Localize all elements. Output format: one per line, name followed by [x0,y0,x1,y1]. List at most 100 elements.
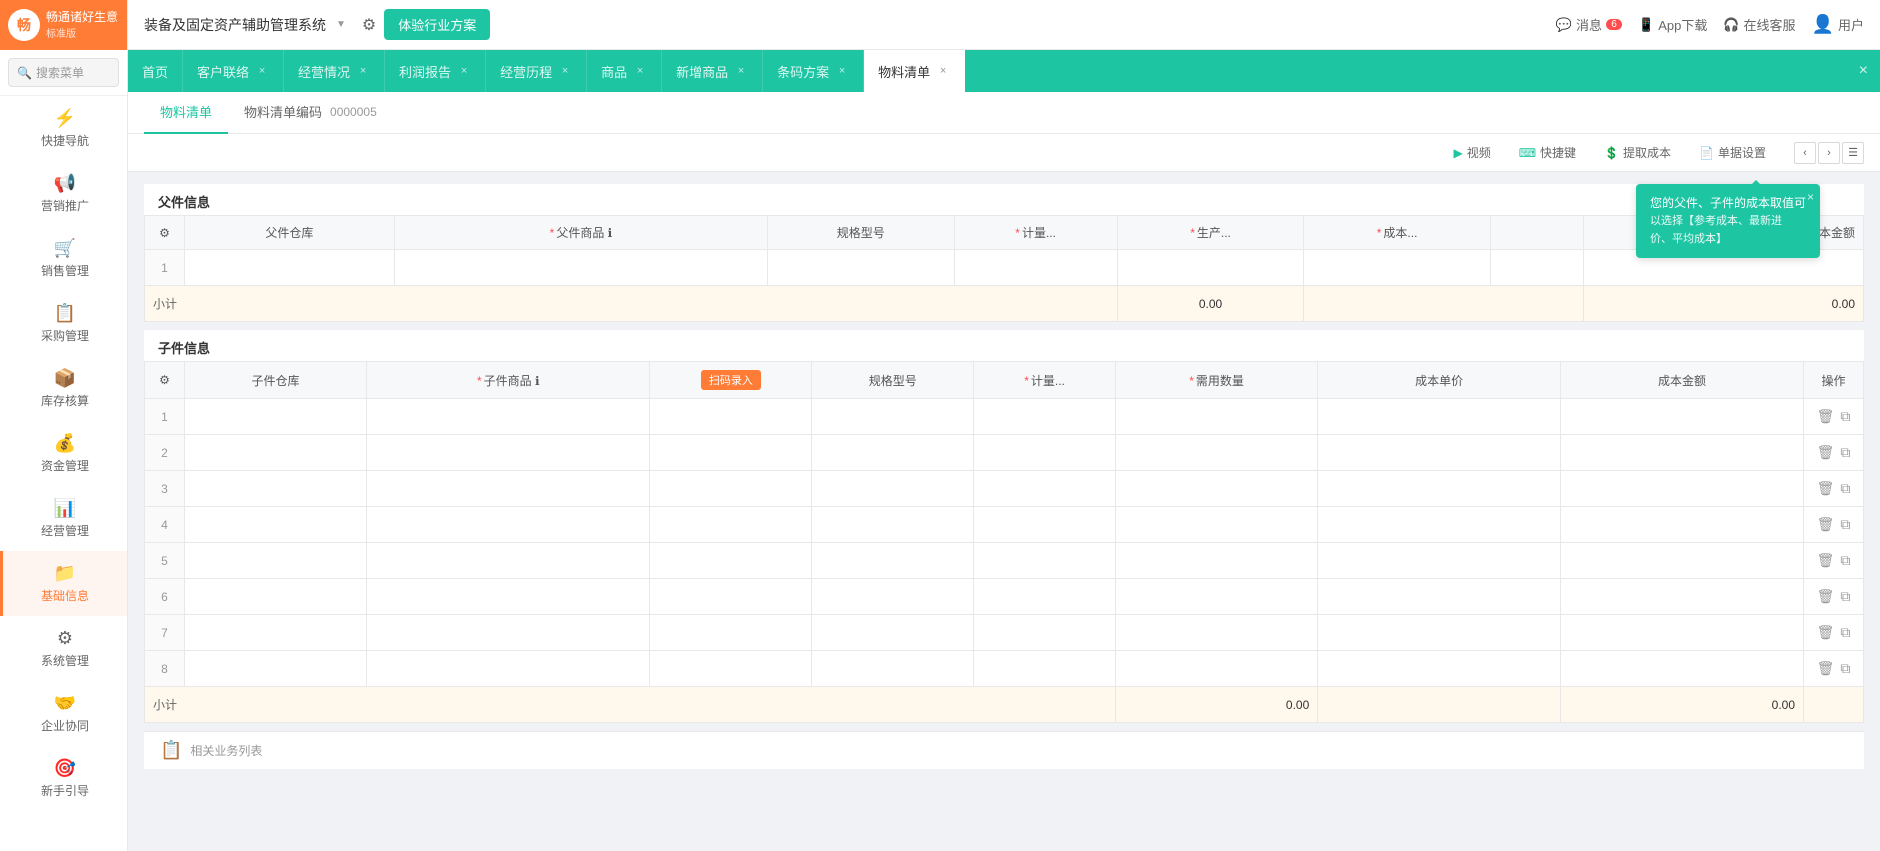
global-close-button[interactable]: × [1847,62,1880,80]
sub-tab-bom-code[interactable]: 物料清单编码 0000005 [228,92,393,134]
sidebar-item-quick-nav[interactable]: ⚡ 快捷导航 [0,96,127,161]
sidebar-item-enterprise[interactable]: 🤝 企业协同 [0,681,127,746]
tab-new-goods-close[interactable]: × [734,64,748,78]
tab-profit[interactable]: 利润报告 × [385,50,486,92]
child-scan-4[interactable] [650,507,812,543]
tab-home[interactable]: 首页 [128,50,183,92]
view-video-button[interactable]: ▶ 视频 [1445,140,1498,165]
child-qty-7[interactable] [1115,615,1317,651]
sidebar-item-marketing[interactable]: 📢 营销推广 [0,161,127,226]
parent-warehouse-1[interactable] [185,250,395,286]
tab-goods[interactable]: 商品 × [587,50,662,92]
tab-bom-close[interactable]: × [936,64,950,78]
child-unit-cost-4[interactable] [1318,507,1561,543]
tab-bom[interactable]: 物料清单 × [864,50,965,92]
copy-icon-1[interactable]: ⧉ [1840,408,1850,425]
tab-history[interactable]: 经营历程 × [486,50,587,92]
child-warehouse-4[interactable] [185,507,367,543]
user-menu-button[interactable]: 👤 用户 [1812,14,1864,35]
shortcut-key-button[interactable]: ⌨ 快捷键 [1511,140,1584,165]
child-unit-3[interactable] [974,471,1116,507]
child-qty-8[interactable] [1115,651,1317,687]
child-product-7[interactable] [367,615,650,651]
child-qty-4[interactable] [1115,507,1317,543]
sidebar-item-system[interactable]: ⚙ 系统管理 [0,616,127,681]
sidebar-item-purchase[interactable]: 📋 采购管理 [0,291,127,356]
copy-icon-3[interactable]: ⧉ [1840,480,1850,497]
single-setting-button[interactable]: 📄 单据设置 [1691,140,1774,165]
child-scan-3[interactable] [650,471,812,507]
child-spec-5[interactable] [812,543,974,579]
sub-tab-bom-list[interactable]: 物料清单 [144,92,228,134]
child-product-2[interactable] [367,435,650,471]
child-product-4[interactable] [367,507,650,543]
child-warehouse-2[interactable] [185,435,367,471]
child-warehouse-6[interactable] [185,579,367,615]
tab-barcode-close[interactable]: × [835,64,849,78]
child-product-8[interactable] [367,651,650,687]
prev-page-button[interactable]: ‹ [1794,142,1816,164]
child-spec-1[interactable] [812,399,974,435]
child-qty-2[interactable] [1115,435,1317,471]
child-unit-5[interactable] [974,543,1116,579]
child-unit-cost-7[interactable] [1318,615,1561,651]
parent-th-settings[interactable]: ⚙ [145,216,185,250]
trial-button[interactable]: 体验行业方案 [384,9,490,40]
search-menu-button[interactable]: 🔍 搜索菜单 [8,58,119,87]
copy-icon-2[interactable]: ⧉ [1840,444,1850,461]
tab-profit-close[interactable]: × [457,64,471,78]
child-warehouse-3[interactable] [185,471,367,507]
sidebar-item-inventory[interactable]: 📦 库存核算 [0,356,127,421]
child-scan-7[interactable] [650,615,812,651]
tab-goods-close[interactable]: × [633,64,647,78]
sidebar-item-operations[interactable]: 📊 经营管理 [0,486,127,551]
child-product-6[interactable] [367,579,650,615]
child-warehouse-7[interactable] [185,615,367,651]
child-product-3[interactable] [367,471,650,507]
tooltip-close-button[interactable]: × [1807,188,1814,207]
child-unit-6[interactable] [974,579,1116,615]
parent-prod-1[interactable] [1117,250,1304,286]
extract-cost-button[interactable]: 💲 提取成本 [1596,140,1679,165]
tab-new-goods[interactable]: 新增商品 × [662,50,763,92]
scan-input-button[interactable]: 扫码录入 [701,370,761,390]
sidebar-item-finance[interactable]: 💰 资金管理 [0,421,127,486]
delete-icon-8[interactable]: 🗑 [1817,660,1835,677]
child-unit-cost-8[interactable] [1318,651,1561,687]
child-unit-cost-2[interactable] [1318,435,1561,471]
delete-icon-2[interactable]: 🗑 [1817,444,1835,461]
tab-barcode[interactable]: 条码方案 × [763,50,864,92]
tab-operation[interactable]: 经营情况 × [284,50,385,92]
child-scan-1[interactable] [650,399,812,435]
child-qty-6[interactable] [1115,579,1317,615]
child-product-5[interactable] [367,543,650,579]
child-warehouse-8[interactable] [185,651,367,687]
child-scan-8[interactable] [650,651,812,687]
settings-icon[interactable]: ⚙ [362,15,376,35]
child-qty-3[interactable] [1115,471,1317,507]
sidebar-item-guide[interactable]: 🎯 新手引导 [0,746,127,811]
system-dropdown-icon[interactable]: ▼ [336,19,346,30]
child-spec-6[interactable] [812,579,974,615]
tab-operation-close[interactable]: × [356,64,370,78]
tab-customer-close[interactable]: × [255,64,269,78]
parent-unit-1[interactable] [954,250,1117,286]
delete-icon-4[interactable]: 🗑 [1817,516,1835,533]
copy-icon-8[interactable]: ⧉ [1840,660,1850,677]
child-th-settings[interactable]: ⚙ [145,362,185,399]
tab-history-close[interactable]: × [558,64,572,78]
child-spec-8[interactable] [812,651,974,687]
delete-icon-1[interactable]: 🗑 [1817,408,1835,425]
child-scan-2[interactable] [650,435,812,471]
copy-icon-7[interactable]: ⧉ [1840,624,1850,641]
sidebar-item-basic-info[interactable]: 📁 基础信息 [0,551,127,616]
copy-icon-4[interactable]: ⧉ [1840,516,1850,533]
child-spec-2[interactable] [812,435,974,471]
child-unit-1[interactable] [974,399,1116,435]
child-spec-4[interactable] [812,507,974,543]
app-download-button[interactable]: 📱 App下载 [1638,15,1707,34]
message-button[interactable]: 💬 消息 6 [1556,15,1622,34]
delete-icon-5[interactable]: 🗑 [1817,552,1835,569]
delete-icon-7[interactable]: 🗑 [1817,624,1835,641]
child-unit-cost-3[interactable] [1318,471,1561,507]
